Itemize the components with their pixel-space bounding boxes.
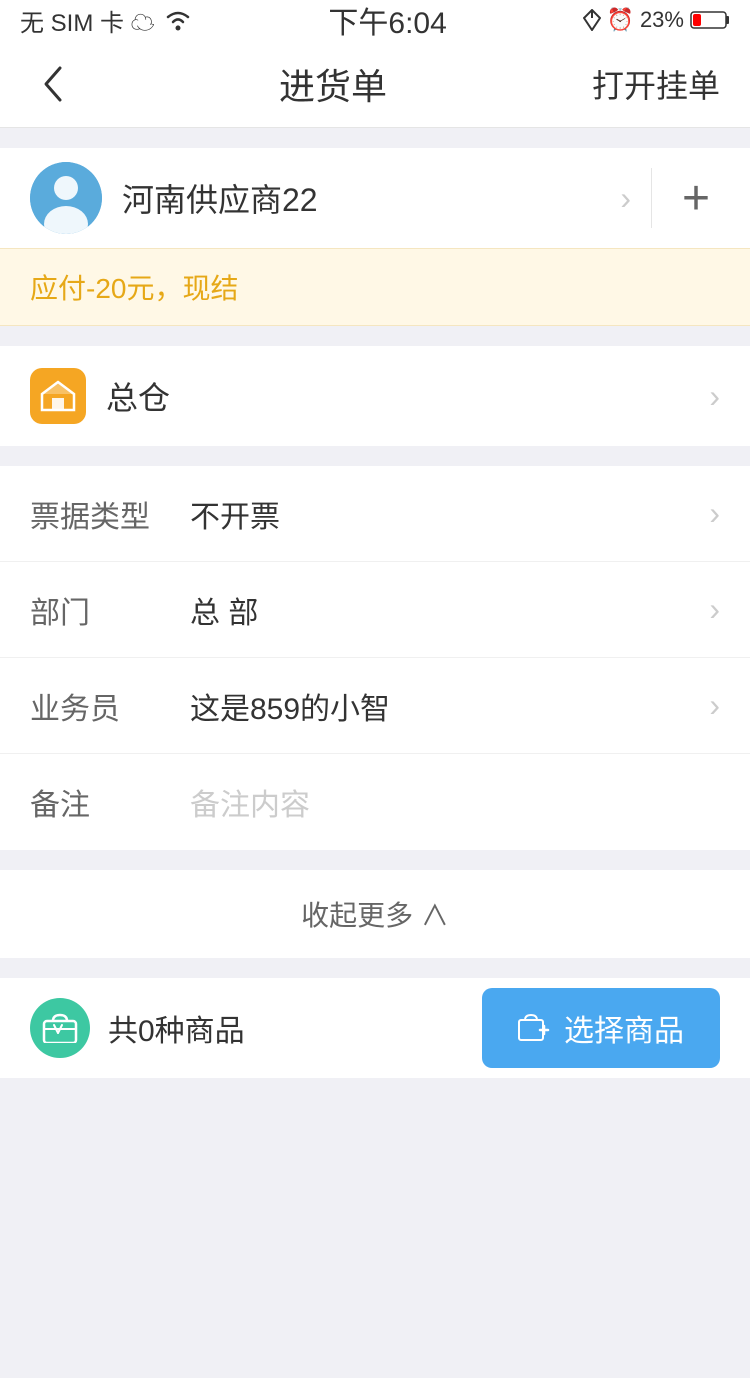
collapse-button[interactable]: 收起更多 ∧: [0, 870, 750, 958]
salesperson-chevron-icon: ›: [709, 687, 720, 724]
status-time: 下午6:04: [328, 0, 446, 42]
sim-label: 无 SIM 卡 ☁: [20, 3, 155, 38]
warehouse-icon: [30, 368, 86, 424]
invoice-type-chevron-icon: ›: [709, 495, 720, 532]
salesperson-label: 业务员: [30, 684, 170, 728]
status-bar: 无 SIM 卡 ☁ 下午6:04 ⏰ 23%: [0, 0, 750, 40]
battery-label: 23%: [640, 7, 684, 33]
wifi-icon: [163, 9, 193, 31]
supplier-section: 河南供应商22 › +: [0, 148, 750, 248]
select-goods-button[interactable]: 选择商品: [482, 988, 720, 1068]
invoice-type-value: 不开票: [170, 492, 709, 536]
department-value: 总 部: [170, 588, 709, 632]
department-label: 部门: [30, 588, 170, 632]
select-goods-label: 选择商品: [564, 1006, 684, 1050]
back-button[interactable]: [30, 54, 74, 114]
invoice-type-row[interactable]: 票据类型 不开票 ›: [0, 466, 750, 562]
battery-icon: [690, 10, 730, 30]
notice-bar: 应付-20元，现结: [0, 248, 750, 326]
status-left: 无 SIM 卡 ☁: [20, 3, 193, 38]
supplier-avatar: [30, 162, 102, 234]
status-right: ⏰ 23%: [583, 7, 730, 33]
open-pending-button[interactable]: 打开挂单: [592, 61, 720, 107]
invoice-type-label: 票据类型: [30, 492, 170, 536]
location-icon: [583, 9, 601, 31]
supplier-divider: [651, 168, 652, 228]
salesperson-row[interactable]: 业务员 这是859的小智 ›: [0, 658, 750, 754]
supplier-row[interactable]: 河南供应商22 ›: [30, 148, 631, 248]
section-gap-1: [0, 128, 750, 148]
nav-bar: 进货单 打开挂单: [0, 40, 750, 128]
collapse-label: 收起更多 ∧: [301, 894, 449, 934]
supplier-chevron-icon: ›: [620, 180, 631, 217]
supplier-name: 河南供应商22: [122, 175, 620, 221]
add-supplier-button[interactable]: +: [672, 171, 720, 226]
page-background: [0, 1078, 750, 1378]
page-title: 进货单: [279, 58, 387, 110]
product-count-label: 共0种商品: [108, 1006, 245, 1050]
warehouse-row[interactable]: 总仓 ›: [30, 346, 720, 446]
department-chevron-icon: ›: [709, 591, 720, 628]
form-section: 票据类型 不开票 › 部门 总 部 › 业务员 这是859的小智 › 备注 备注…: [0, 466, 750, 850]
product-count-wrap: 共0种商品: [30, 998, 245, 1058]
warehouse-section: 总仓 ›: [0, 346, 750, 446]
product-icon: [30, 998, 90, 1058]
salesperson-value: 这是859的小智: [170, 684, 709, 728]
warehouse-name: 总仓: [106, 373, 709, 419]
bottom-bar: 共0种商品 选择商品: [0, 978, 750, 1078]
remark-row[interactable]: 备注 备注内容: [0, 754, 750, 850]
remark-input[interactable]: 备注内容: [170, 780, 720, 824]
warehouse-chevron-icon: ›: [709, 378, 720, 415]
alarm-icon: ⏰: [607, 7, 634, 33]
remark-label: 备注: [30, 780, 170, 824]
department-row[interactable]: 部门 总 部 ›: [0, 562, 750, 658]
